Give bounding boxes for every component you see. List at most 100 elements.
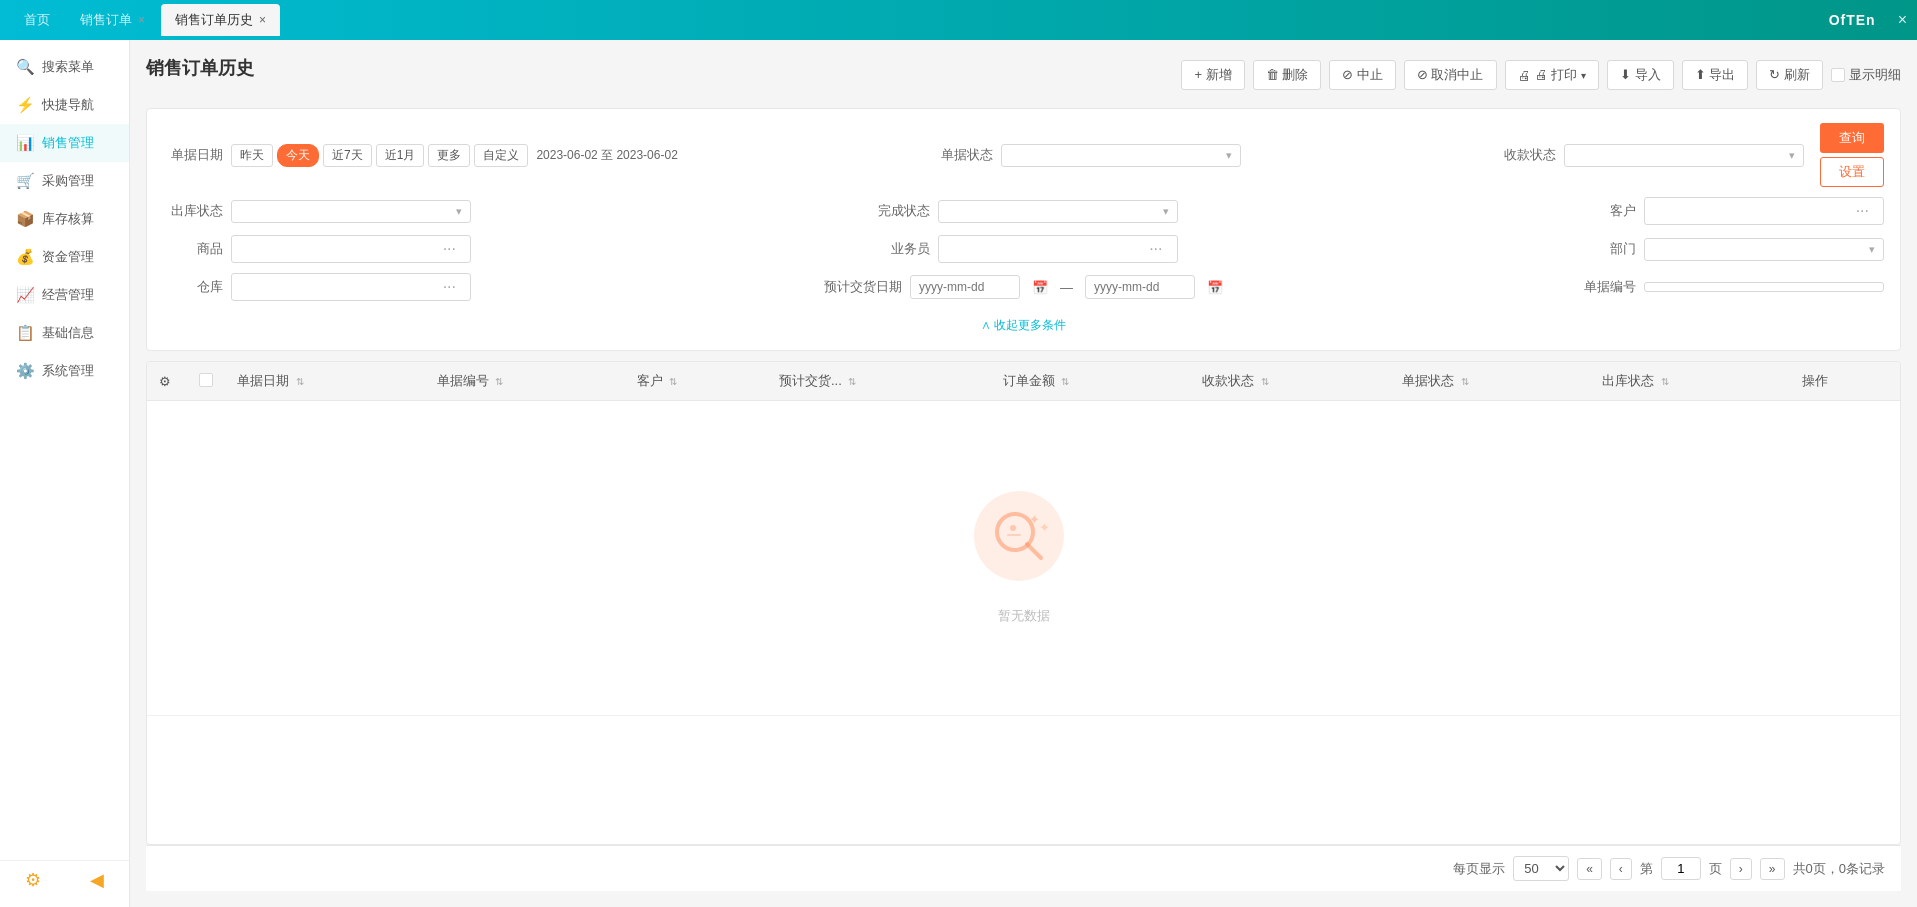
th-customer[interactable]: 客户 ⇅ <box>625 362 767 401</box>
sidebar-item-inventory[interactable]: 📦 库存核算 <box>0 200 129 238</box>
gear-icon: ⚙ <box>159 374 171 389</box>
svg-point-2 <box>1010 525 1016 531</box>
doc-status-select[interactable]: ▾ <box>1001 144 1241 167</box>
tab-home[interactable]: 首页 <box>10 4 64 36</box>
sort-customer-icon: ⇅ <box>669 376 677 387</box>
th-doc-date[interactable]: 单据日期 ⇅ <box>225 362 425 401</box>
tab-sales-order-history[interactable]: 销售订单历史 × <box>161 4 280 36</box>
date-btn-today[interactable]: 今天 <box>277 144 319 167</box>
th-action: 操作 <box>1790 362 1900 401</box>
sidebar-item-purchase-mgmt[interactable]: 🛒 采购管理 <box>0 162 129 200</box>
last-page-button[interactable]: » <box>1760 858 1785 880</box>
th-doc-status-label: 单据状态 <box>1402 373 1454 388</box>
print-chevron: ▾ <box>1581 70 1586 81</box>
date-btn-yesterday[interactable]: 昨天 <box>231 144 273 167</box>
doc-number-input[interactable] <box>1644 282 1884 292</box>
page-number-input[interactable] <box>1661 857 1701 880</box>
filter-collapse-row: ∧ 收起更多条件 <box>163 311 1884 336</box>
dept-label: 部门 <box>1576 240 1636 258</box>
customer-select[interactable]: ··· <box>1644 197 1884 225</box>
salesperson-select[interactable]: ··· <box>938 235 1178 263</box>
complete-status-select[interactable]: ▾ <box>938 200 1178 223</box>
table-header-row: ⚙ 单据日期 ⇅ 单据编号 ⇅ <box>147 362 1900 401</box>
warehouse-label: 仓库 <box>163 278 223 296</box>
window-close-button[interactable]: × <box>1898 11 1907 29</box>
sidebar-item-sales-mgmt-label: 销售管理 <box>42 134 94 152</box>
goods-dots[interactable]: ··· <box>437 240 462 258</box>
stop-button[interactable]: ⊘ 中止 <box>1329 60 1396 90</box>
tab-sales-order-close[interactable]: × <box>138 13 145 27</box>
date-btn-1month[interactable]: 近1月 <box>376 144 425 167</box>
salesperson-dots[interactable]: ··· <box>1143 240 1168 258</box>
date-btn-custom[interactable]: 自定义 <box>474 144 528 167</box>
th-warehouse-status[interactable]: 出库状态 ⇅ <box>1590 362 1790 401</box>
sort-order-amount-icon: ⇅ <box>1061 376 1069 387</box>
tab-sales-order[interactable]: 销售订单 × <box>66 4 159 36</box>
display-toggle-checkbox[interactable] <box>1831 68 1845 82</box>
sort-expected-delivery-icon: ⇅ <box>848 376 856 387</box>
dept-select[interactable]: ▾ <box>1644 238 1884 261</box>
filter-row-4: 仓库 ··· 预计交货日期 📅 — 📅 单据编号 <box>163 273 1884 301</box>
salesperson-label: 业务员 <box>870 240 930 258</box>
empty-state-cell: ✦ ✦ 暂无数据 <box>147 401 1900 716</box>
top-bar: 首页 销售订单 × 销售订单历史 × OfTEn × <box>0 0 1917 40</box>
inventory-icon: 📦 <box>16 210 34 228</box>
settings-button[interactable]: 设置 <box>1820 157 1884 187</box>
sidebar-item-system[interactable]: ⚙️ 系统管理 <box>0 352 129 390</box>
sidebar-item-finance-label: 资金管理 <box>42 248 94 266</box>
print-button[interactable]: 🖨 🖨 打印 ▾ <box>1505 60 1600 90</box>
date-btn-7days[interactable]: 近7天 <box>323 144 372 167</box>
th-gear[interactable]: ⚙ <box>147 362 187 401</box>
expected-date-end-input[interactable] <box>1085 275 1195 299</box>
query-button[interactable]: 查询 <box>1820 123 1884 153</box>
sidebar-item-quick-nav[interactable]: ⚡ 快捷导航 <box>0 86 129 124</box>
svg-text:✦: ✦ <box>1039 520 1049 535</box>
date-btn-more[interactable]: 更多 <box>428 144 470 167</box>
tab-home-label: 首页 <box>24 11 50 29</box>
th-doc-status[interactable]: 单据状态 ⇅ <box>1390 362 1590 401</box>
th-expected-delivery[interactable]: 预计交货... ⇅ <box>767 362 991 401</box>
payment-status-select[interactable]: ▾ <box>1564 144 1804 167</box>
sidebar-item-operations[interactable]: 📈 经营管理 <box>0 276 129 314</box>
collapse-button[interactable]: ∧ 收起更多条件 <box>163 317 1884 334</box>
sidebar-settings-button[interactable]: ⚙ <box>25 869 41 891</box>
doc-number-label: 单据编号 <box>1576 278 1636 296</box>
sidebar-item-finance[interactable]: 💰 资金管理 <box>0 238 129 276</box>
th-payment-status[interactable]: 收款状态 ⇅ <box>1190 362 1390 401</box>
th-checkbox[interactable] <box>187 362 225 401</box>
sidebar-item-search-menu[interactable]: 🔍 搜索菜单 <box>0 48 129 86</box>
pagination-bar: 每页显示 50 20 100 « ‹ 第 页 › » 共0页，0条记录 <box>146 845 1901 891</box>
print-icon: 🖨 <box>1518 68 1531 83</box>
calendar-end-icon[interactable]: 📅 <box>1207 280 1223 295</box>
warehouse-dots[interactable]: ··· <box>437 278 462 296</box>
next-page-button[interactable]: › <box>1730 858 1752 880</box>
empty-circle: ✦ ✦ <box>974 491 1064 581</box>
sidebar-item-base-info[interactable]: 📋 基础信息 <box>0 314 129 352</box>
sidebar-item-sales-mgmt[interactable]: 📊 销售管理 <box>0 124 129 162</box>
first-page-button[interactable]: « <box>1577 858 1602 880</box>
warehouse-select[interactable]: ··· <box>231 273 471 301</box>
tab-sales-order-history-close[interactable]: × <box>259 13 266 27</box>
cancel-stop-button[interactable]: ⊘ 取消中止 <box>1404 60 1497 90</box>
export-button[interactable]: ⬆ 导出 <box>1682 60 1749 90</box>
new-button[interactable]: + 新增 <box>1181 60 1244 90</box>
calendar-start-icon[interactable]: 📅 <box>1032 280 1048 295</box>
customer-dots[interactable]: ··· <box>1850 202 1875 220</box>
sidebar-item-inventory-label: 库存核算 <box>42 210 94 228</box>
expected-date-start-input[interactable] <box>910 275 1020 299</box>
display-toggle[interactable]: 显示明细 <box>1831 66 1901 84</box>
operations-icon: 📈 <box>16 286 34 304</box>
import-button[interactable]: ⬇ 导入 <box>1607 60 1674 90</box>
select-all-checkbox[interactable] <box>199 373 213 387</box>
th-order-amount[interactable]: 订单金额 ⇅ <box>991 362 1191 401</box>
goods-select[interactable]: ··· <box>231 235 471 263</box>
delete-button[interactable]: 🗑 删除 <box>1253 60 1322 90</box>
warehouse-status-select[interactable]: ▾ <box>231 200 471 223</box>
sidebar-collapse-button[interactable]: ◀ <box>90 869 104 891</box>
page-size-select[interactable]: 50 20 100 <box>1513 856 1569 881</box>
th-doc-number[interactable]: 单据编号 ⇅ <box>425 362 625 401</box>
prev-page-button[interactable]: ‹ <box>1610 858 1632 880</box>
sales-mgmt-icon: 📊 <box>16 134 34 152</box>
empty-icon-container: ✦ ✦ <box>974 491 1074 591</box>
refresh-button[interactable]: ↻ 刷新 <box>1756 60 1823 90</box>
